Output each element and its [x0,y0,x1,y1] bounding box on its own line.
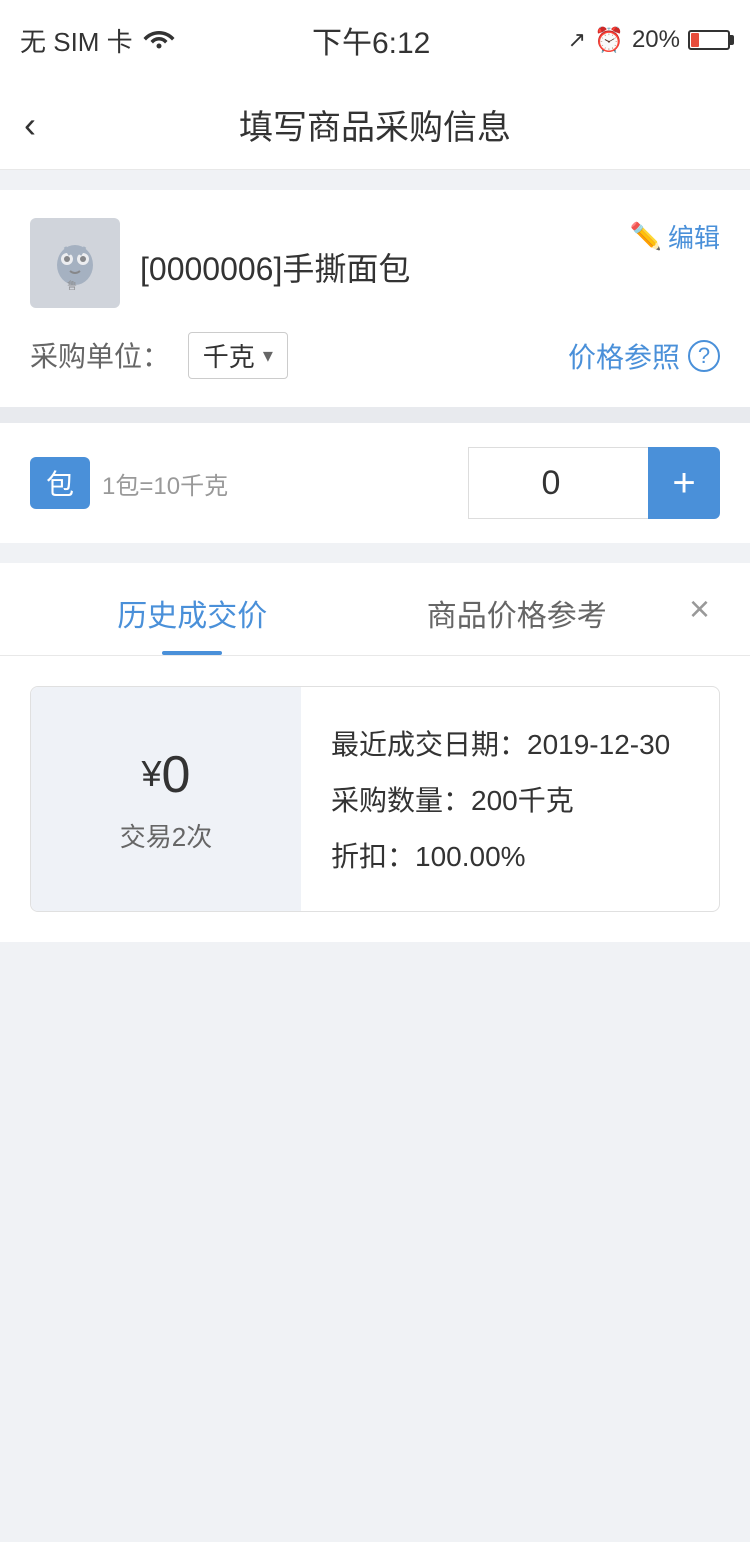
quantity-section: 包 1包=10千克 + [0,423,750,543]
quantity-value: 200千克 [471,785,574,816]
alarm-icon: ⏰ [594,26,624,55]
wifi-icon [143,25,175,56]
card-price-display: ¥0 [142,745,191,805]
tab-product-label: 商品价格参考 [427,600,607,633]
recent-date-label: 最近成交日期： [331,729,527,760]
help-icon: ? [688,340,720,372]
unit-label: 采购单位： [30,341,170,372]
edit-label: 编辑 [668,218,720,255]
history-content: ¥0 交易2次 最近成交日期：2019-12-30 采购数量：200千克 折扣：… [0,656,750,942]
currency-symbol: ¥ [142,753,162,795]
product-name: [0000006]手撕面包 [140,244,410,290]
unit-row: 采购单位： 千克 ▾ 价格参照 ? [30,332,720,379]
bottom-space [0,942,750,1542]
recent-date-value: 2019-12-30 [527,729,670,760]
purchase-qty-row: 采购数量：200千克 [331,779,689,819]
tab-history-label: 历史成交价 [117,600,267,633]
quantity-input-area: + [468,447,720,519]
status-bar: 无 SIM 卡 下午6:12 ↗ ⏰ 20% [0,0,750,80]
product-left: 鲁 [0000006]手撕面包 [30,218,410,308]
quantity-unit-box: 包 [30,457,90,509]
price-value: 0 [162,746,191,804]
tab-close-button[interactable]: × [679,568,720,650]
card-price-area: ¥0 交易2次 [31,687,301,911]
status-right: ↗ ⏰ 20% [568,26,730,55]
unit-label-area: 采购单位： 千克 ▾ [30,332,288,379]
card-trades: 交易2次 [120,817,212,854]
price-ref-button[interactable]: 价格参照 ? [568,336,720,376]
svg-text:鲁: 鲁 [67,279,77,292]
price-ref-label: 价格参照 [568,336,680,376]
discount-value: 100.00% [415,841,526,872]
tab-history-price[interactable]: 历史成交价 [30,563,354,655]
card-detail-area: 最近成交日期：2019-12-30 采购数量：200千克 折扣：100.00% [301,687,719,911]
section-divider [0,407,750,423]
status-left: 无 SIM 卡 [20,22,175,59]
quantity-plus-button[interactable]: + [648,447,720,519]
history-card: ¥0 交易2次 最近成交日期：2019-12-30 采购数量：200千克 折扣：… [30,686,720,912]
battery-pct: 20% [632,26,680,54]
discount-row: 折扣：100.00% [331,835,689,875]
recent-date-row: 最近成交日期：2019-12-30 [331,723,689,763]
tabs-section: 历史成交价 商品价格参考 × ¥0 交易2次 最近成交日期：2019-12-30… [0,563,750,942]
discount-label: 折扣： [331,841,415,872]
status-time: 下午6:12 [312,18,430,62]
product-section: 鲁 [0000006]手撕面包 ✏️ 编辑 采购单位： 千克 ▾ 价格参照 ? [0,190,750,407]
carrier-text: 无 SIM 卡 [20,22,133,59]
tab-product-price[interactable]: 商品价格参考 [354,563,678,655]
product-header: 鲁 [0000006]手撕面包 ✏️ 编辑 [30,218,720,308]
unit-conversion-hint: 1包=10千克 [102,466,228,501]
location-icon: ↗ [568,27,586,53]
unit-value: 千克 [203,337,255,374]
quantity-input[interactable] [468,447,648,519]
tabs-header: 历史成交价 商品价格参考 × [0,563,750,656]
edit-icon: ✏️ [630,221,662,252]
quantity-label-area: 包 1包=10千克 [30,457,228,509]
nav-bar: ‹ 填写商品采购信息 [0,80,750,170]
back-button[interactable]: ‹ [24,104,36,146]
battery-icon [688,30,730,50]
quantity-label: 采购数量： [331,785,471,816]
edit-button[interactable]: ✏️ 编辑 [630,218,720,255]
unit-dropdown-icon: ▾ [263,343,273,368]
unit-select[interactable]: 千克 ▾ [188,332,288,379]
page-title: 填写商品采购信息 [239,100,511,149]
product-image: 鲁 [30,218,120,308]
